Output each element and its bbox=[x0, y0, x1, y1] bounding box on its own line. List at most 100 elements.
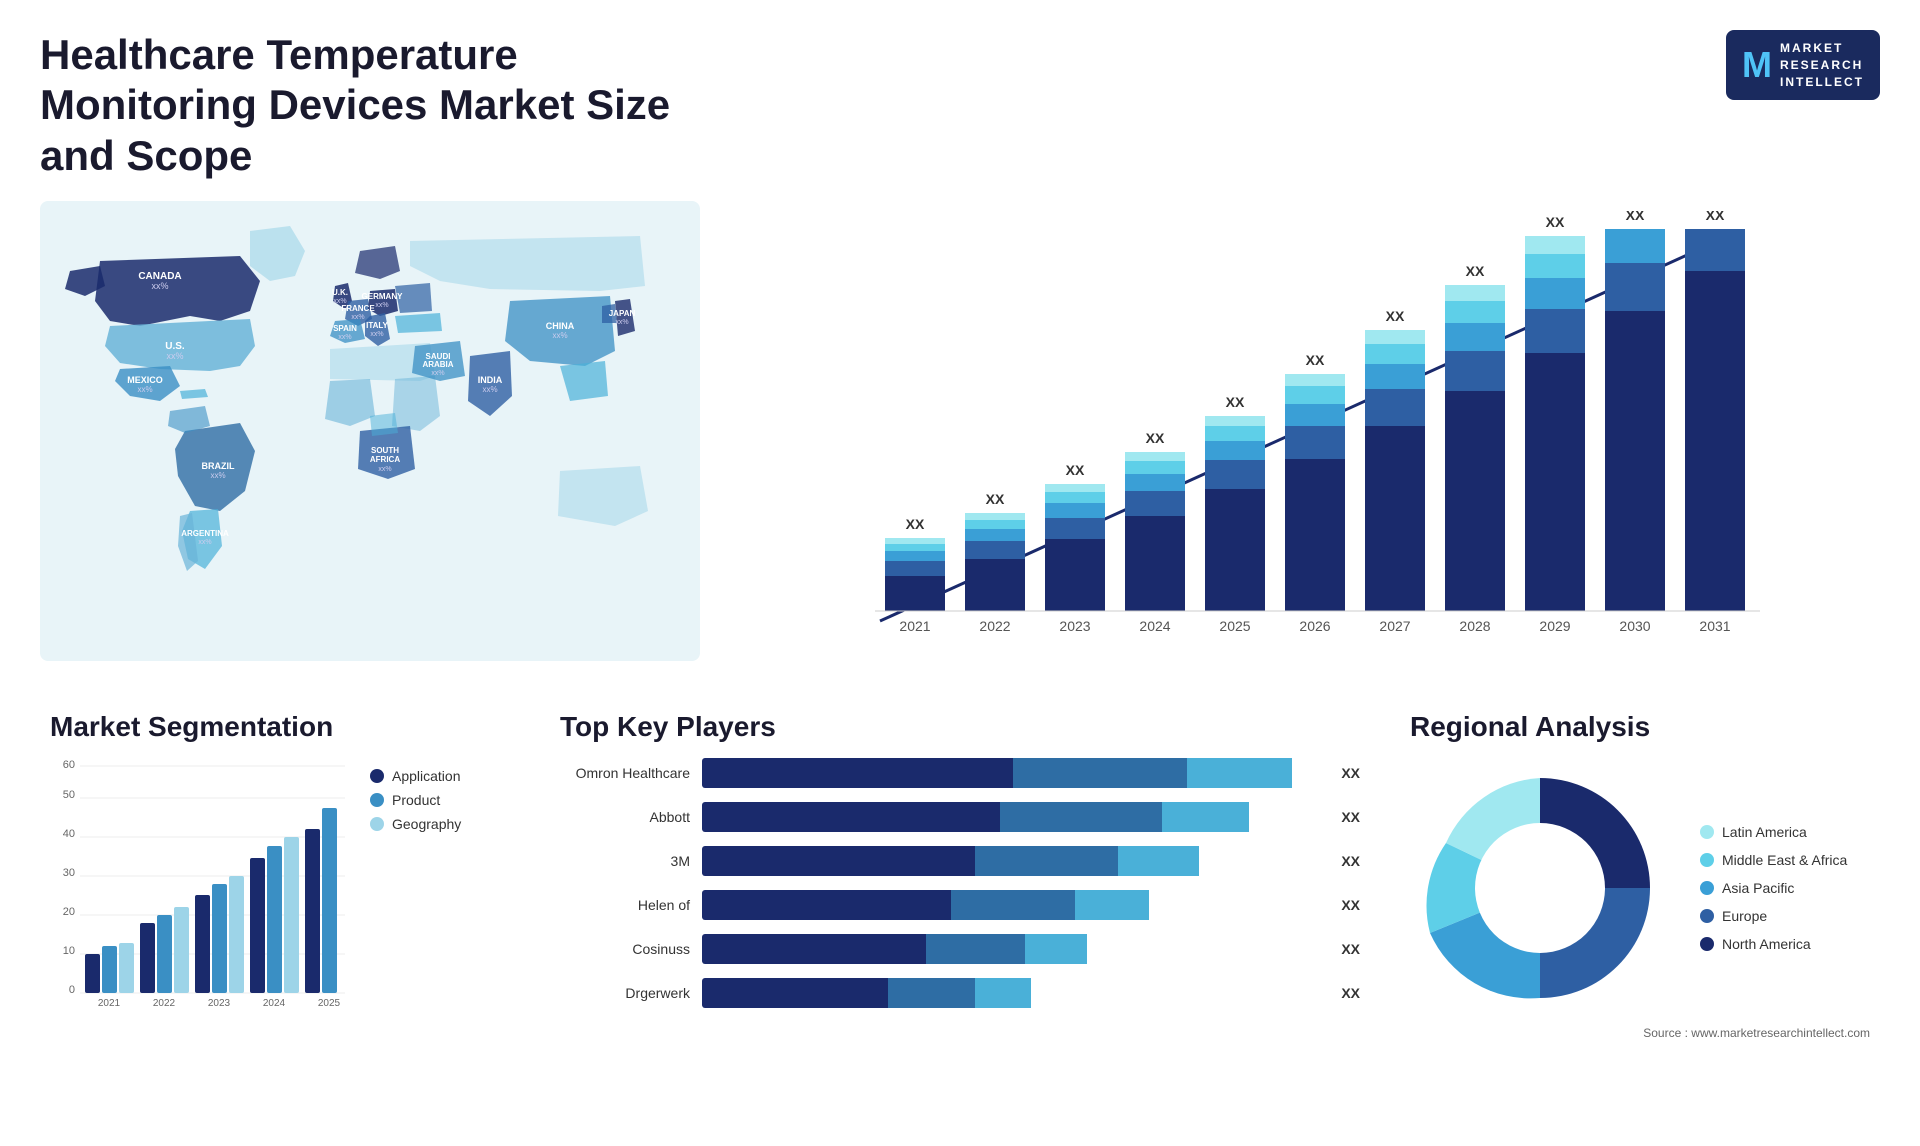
player-bar-seg1-cosinuss bbox=[702, 934, 926, 964]
svg-text:2024: 2024 bbox=[1139, 618, 1170, 634]
svg-text:XX: XX bbox=[986, 491, 1005, 507]
player-bar-omron bbox=[702, 758, 1323, 788]
svg-text:2027: 2027 bbox=[1379, 618, 1410, 634]
player-name-omron: Omron Healthcare bbox=[560, 765, 690, 781]
donut-area: Latin America Middle East & Africa Asia … bbox=[1410, 758, 1870, 1018]
svg-text:xx%: xx% bbox=[198, 539, 211, 546]
player-bar-seg3-cosinuss bbox=[1025, 934, 1087, 964]
svg-text:2021: 2021 bbox=[98, 998, 121, 1009]
reg-label-apac: Asia Pacific bbox=[1722, 880, 1794, 896]
svg-text:XX: XX bbox=[1706, 211, 1725, 223]
player-bar-cosinuss bbox=[702, 934, 1323, 964]
svg-text:2031: 2031 bbox=[1699, 618, 1730, 634]
player-bar-3m bbox=[702, 846, 1323, 876]
reg-legend-latin: Latin America bbox=[1700, 824, 1847, 840]
growth-chart-svg: XX XX XX XX bbox=[740, 211, 1860, 671]
svg-text:MEXICO: MEXICO bbox=[127, 375, 163, 385]
map-container: CANADA xx% U.S. xx% MEXICO xx% BRAZIL xx… bbox=[40, 201, 700, 661]
svg-text:ARABIA: ARABIA bbox=[422, 360, 453, 369]
svg-text:xx%: xx% bbox=[378, 466, 391, 473]
svg-text:40: 40 bbox=[63, 828, 75, 840]
svg-text:XX: XX bbox=[1306, 352, 1325, 368]
svg-text:xx%: xx% bbox=[137, 385, 152, 394]
svg-text:2023: 2023 bbox=[1059, 618, 1090, 634]
reg-label-na: North America bbox=[1722, 936, 1811, 952]
legend-dot-geography bbox=[370, 817, 384, 831]
svg-text:XX: XX bbox=[1226, 394, 1245, 410]
legend-label-geography: Geography bbox=[392, 816, 461, 832]
header: Healthcare Temperature Monitoring Device… bbox=[40, 30, 1880, 181]
svg-text:XX: XX bbox=[1146, 430, 1165, 446]
player-val-omron: XX bbox=[1341, 765, 1360, 781]
svg-text:XX: XX bbox=[1386, 308, 1405, 324]
svg-text:CHINA: CHINA bbox=[546, 321, 575, 331]
svg-text:GERMANY: GERMANY bbox=[362, 292, 404, 301]
legend-product: Product bbox=[370, 792, 461, 808]
player-bar-seg1-omron bbox=[702, 758, 1013, 788]
reg-legend-europe: Europe bbox=[1700, 908, 1847, 924]
svg-text:2025: 2025 bbox=[1219, 618, 1250, 634]
player-name-drger: Drgerwerk bbox=[560, 985, 690, 1001]
regional-section: Regional Analysis bbox=[1400, 701, 1880, 1050]
svg-text:2030: 2030 bbox=[1619, 618, 1650, 634]
svg-text:xx%: xx% bbox=[552, 331, 567, 340]
reg-dot-na bbox=[1700, 937, 1714, 951]
map-section: CANADA xx% U.S. xx% MEXICO xx% BRAZIL xx… bbox=[40, 201, 700, 681]
segmentation-legend: Application Product Geography bbox=[370, 768, 461, 832]
player-val-cosinuss: XX bbox=[1341, 941, 1360, 957]
legend-geography: Geography bbox=[370, 816, 461, 832]
svg-text:XX: XX bbox=[1466, 263, 1485, 279]
svg-text:30: 30 bbox=[63, 867, 75, 879]
legend-application: Application bbox=[370, 768, 461, 784]
svg-text:ITALY: ITALY bbox=[366, 321, 388, 330]
player-val-abbott: XX bbox=[1341, 809, 1360, 825]
player-row-helen: Helen of XX bbox=[560, 890, 1360, 920]
legend-dot-product bbox=[370, 793, 384, 807]
player-bar-seg1-3m bbox=[702, 846, 975, 876]
svg-text:BRAZIL: BRAZIL bbox=[202, 461, 235, 471]
player-name-cosinuss: Cosinuss bbox=[560, 941, 690, 957]
svg-text:10: 10 bbox=[63, 945, 75, 957]
logo-area: M MARKET RESEARCH INTELLECT bbox=[1726, 30, 1880, 100]
svg-text:XX: XX bbox=[906, 516, 925, 532]
svg-text:2024: 2024 bbox=[263, 998, 286, 1009]
legend-label-application: Application bbox=[392, 768, 461, 784]
reg-dot-apac bbox=[1700, 881, 1714, 895]
svg-text:60: 60 bbox=[63, 759, 75, 771]
player-bar-seg1-drger bbox=[702, 978, 888, 1008]
svg-text:2029: 2029 bbox=[1539, 618, 1570, 634]
player-row-omron: Omron Healthcare XX bbox=[560, 758, 1360, 788]
svg-text:xx%: xx% bbox=[338, 334, 351, 341]
reg-dot-latin bbox=[1700, 825, 1714, 839]
svg-text:xx%: xx% bbox=[166, 351, 183, 361]
svg-text:2023: 2023 bbox=[208, 998, 231, 1009]
svg-text:xx%: xx% bbox=[375, 302, 388, 309]
player-bar-seg2-abbott bbox=[1000, 802, 1162, 832]
svg-text:JAPAN: JAPAN bbox=[609, 309, 636, 318]
segmentation-bar-chart: 0 10 20 30 40 50 60 bbox=[50, 758, 350, 1018]
svg-text:0: 0 bbox=[69, 984, 75, 996]
segmentation-section: Market Segmentation 0 10 20 30 40 50 60 bbox=[40, 701, 520, 1050]
world-map-svg: CANADA xx% U.S. xx% MEXICO xx% BRAZIL xx… bbox=[40, 201, 700, 661]
svg-text:50: 50 bbox=[63, 789, 75, 801]
player-bar-seg3-drger bbox=[975, 978, 1031, 1008]
svg-text:FRANCE: FRANCE bbox=[341, 304, 375, 313]
svg-text:xx%: xx% bbox=[351, 314, 364, 321]
player-bar-helen bbox=[702, 890, 1323, 920]
regional-title: Regional Analysis bbox=[1410, 711, 1870, 743]
player-bar-seg2-helen bbox=[951, 890, 1075, 920]
svg-text:2022: 2022 bbox=[153, 998, 176, 1009]
player-bar-seg3-3m bbox=[1118, 846, 1199, 876]
svg-text:xx%: xx% bbox=[210, 471, 225, 480]
svg-text:XX: XX bbox=[1546, 214, 1565, 230]
reg-legend-mea: Middle East & Africa bbox=[1700, 852, 1847, 868]
svg-text:ARGENTINA: ARGENTINA bbox=[181, 529, 229, 538]
player-name-helen: Helen of bbox=[560, 897, 690, 913]
player-row-3m: 3M XX bbox=[560, 846, 1360, 876]
svg-text:20: 20 bbox=[63, 906, 75, 918]
svg-text:2022: 2022 bbox=[979, 618, 1010, 634]
reg-dot-mea bbox=[1700, 853, 1714, 867]
player-val-helen: XX bbox=[1341, 897, 1360, 913]
player-name-abbott: Abbott bbox=[560, 809, 690, 825]
players-title: Top Key Players bbox=[560, 711, 1360, 743]
